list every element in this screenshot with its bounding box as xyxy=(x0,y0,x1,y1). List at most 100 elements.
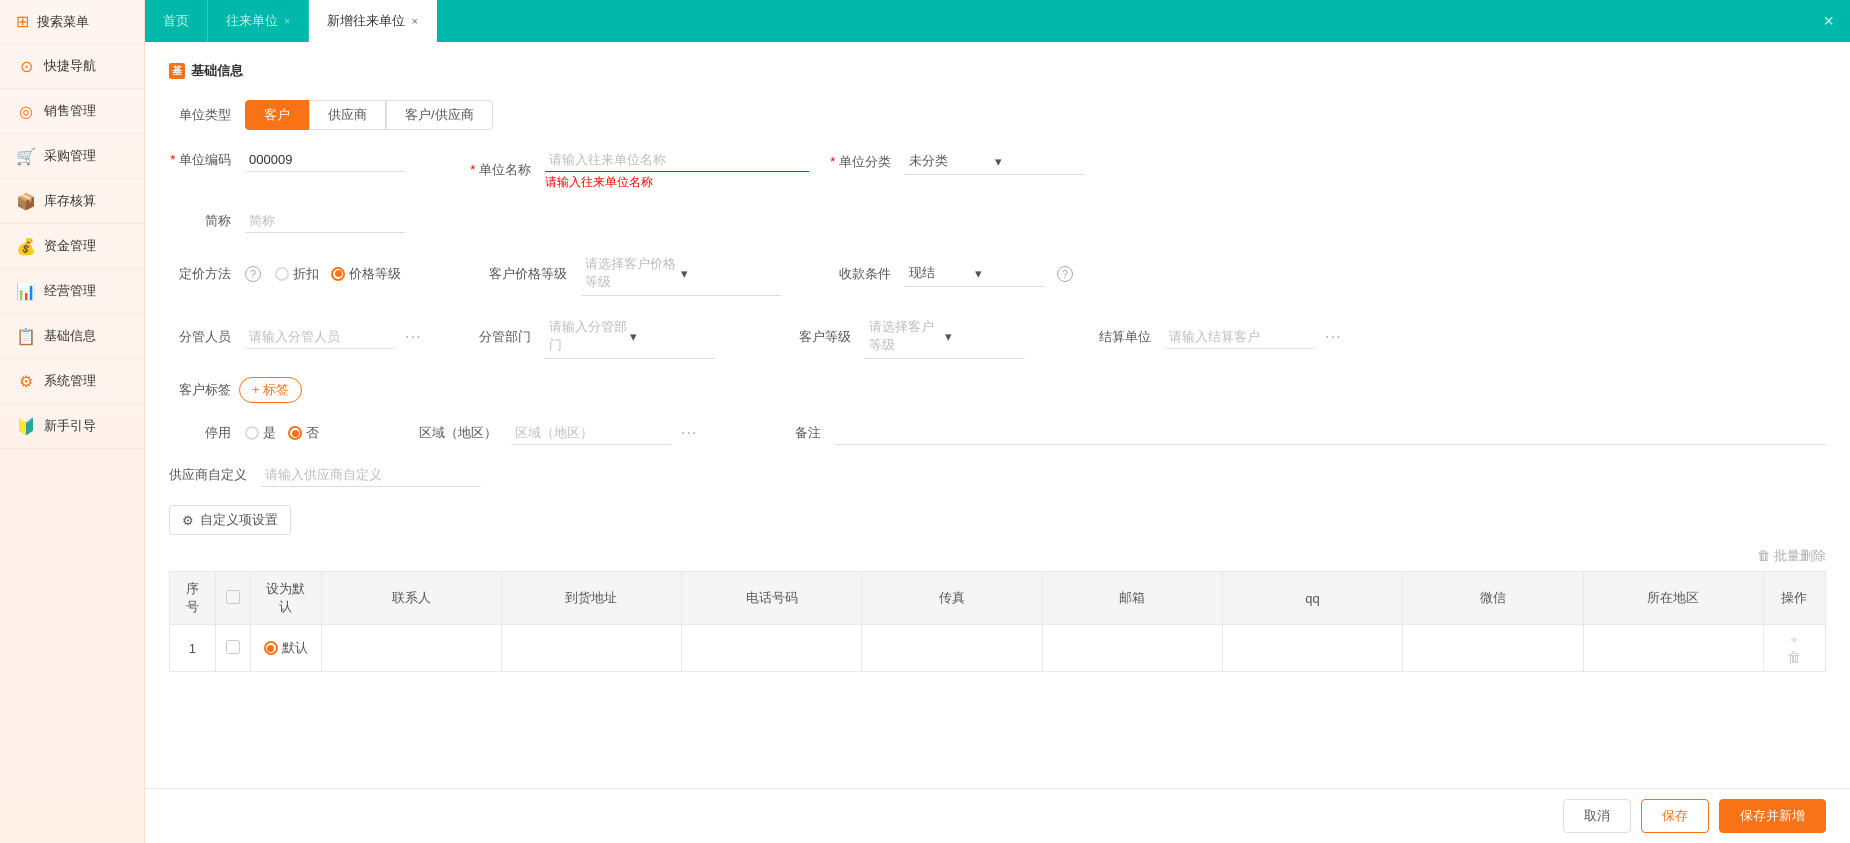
custom-settings-button[interactable]: ⚙ 自定义项设置 xyxy=(169,505,291,535)
radio-no[interactable]: 否 xyxy=(288,424,319,442)
tab-home-label: 首页 xyxy=(163,12,189,30)
quick-nav-icon: ⊙ xyxy=(16,56,36,76)
sidebar-item-basic-info[interactable]: 📋 基础信息 xyxy=(0,314,144,359)
batch-delete-area: 🗑 批量删除 xyxy=(169,547,1826,565)
payment-terms-select[interactable]: 现结 ▾ xyxy=(905,260,1045,287)
area-input[interactable] xyxy=(1594,637,1753,660)
contacts-table: 序号 设为默认 联系人 到货地址 电话号码 传真 邮箱 qq 微信 所在地区 操… xyxy=(169,571,1826,672)
wechat-input[interactable] xyxy=(1413,637,1572,660)
cell-qq[interactable] xyxy=(1222,625,1402,672)
gear-icon: ⚙ xyxy=(182,513,194,528)
tab-new-partner-close[interactable]: × xyxy=(411,15,417,27)
address-input[interactable] xyxy=(512,637,671,660)
tab-partners[interactable]: 往来单位 × xyxy=(208,0,309,42)
sidebar-item-finance[interactable]: 💰 资金管理 xyxy=(0,224,144,269)
cell-wechat[interactable] xyxy=(1403,625,1583,672)
pricing-help-icon[interactable]: ? xyxy=(245,266,261,282)
radio-yes[interactable]: 是 xyxy=(245,424,276,442)
header-checkbox[interactable] xyxy=(226,590,240,604)
sidebar-item-sales[interactable]: ◎ 销售管理 xyxy=(0,89,144,134)
sidebar-item-label: 库存核算 xyxy=(44,192,96,210)
payment-terms-arrow: ▾ xyxy=(975,266,1041,281)
sidebar-item-purchase[interactable]: 🛒 采购管理 xyxy=(0,134,144,179)
cell-email[interactable] xyxy=(1042,625,1222,672)
customer-level-select[interactable]: 请选择客户等级 ▾ xyxy=(865,314,1025,359)
payment-terms-value: 现结 xyxy=(909,264,975,282)
sales-icon: ◎ xyxy=(16,101,36,121)
sidebar-search[interactable]: ⊞ 搜索菜单 xyxy=(0,0,144,44)
save-and-new-button[interactable]: 保存并新增 xyxy=(1719,799,1826,833)
sidebar-item-quick-nav[interactable]: ⊙ 快捷导航 xyxy=(0,44,144,89)
unit-code-input[interactable] xyxy=(245,148,405,172)
short-name-input[interactable] xyxy=(245,209,405,233)
region-input[interactable] xyxy=(511,421,671,445)
unit-category-label: 单位分类 xyxy=(829,153,899,171)
cell-phone[interactable] xyxy=(682,625,862,672)
qq-input[interactable] xyxy=(1233,637,1392,660)
email-input[interactable] xyxy=(1053,637,1212,660)
cell-address[interactable] xyxy=(501,625,681,672)
sidebar-item-system[interactable]: ⚙ 系统管理 xyxy=(0,359,144,404)
radio-price-level[interactable]: 价格等级 xyxy=(331,265,401,283)
cell-contact[interactable] xyxy=(321,625,501,672)
add-row-btn[interactable]: ＋ xyxy=(1787,631,1801,647)
sidebar-item-operations[interactable]: 📊 经营管理 xyxy=(0,269,144,314)
window-close-button[interactable]: × xyxy=(1807,11,1850,32)
radio-discount[interactable]: 折扣 xyxy=(275,265,319,283)
settlement-unit-input[interactable] xyxy=(1165,325,1315,349)
col-default: 设为默认 xyxy=(250,572,321,625)
region-more-btn[interactable]: ··· xyxy=(677,424,701,442)
radio-yes-circle xyxy=(245,426,259,440)
operations-icon: 📊 xyxy=(16,281,36,301)
cancel-button[interactable]: 取消 xyxy=(1563,799,1631,833)
default-radio[interactable]: 默认 xyxy=(261,639,311,657)
manager-field: 分管人员 ··· xyxy=(169,325,469,349)
tab-partners-close[interactable]: × xyxy=(284,15,290,27)
price-level-placeholder: 请选择客户价格等级 xyxy=(585,255,681,291)
save-button[interactable]: 保存 xyxy=(1641,799,1709,833)
settlement-more-btn[interactable]: ··· xyxy=(1321,328,1345,346)
btn-type-both[interactable]: 客户/供应商 xyxy=(386,100,493,130)
disable-region-row: 停用 是 否 区域（地区） ··· xyxy=(169,421,1826,445)
price-level-select[interactable]: 请选择客户价格等级 ▾ xyxy=(581,251,781,296)
sidebar-item-guide[interactable]: 🔰 新手引导 xyxy=(0,404,144,449)
supplier-custom-input[interactable] xyxy=(261,463,481,487)
guide-icon: 🔰 xyxy=(16,416,36,436)
sidebar-item-label: 采购管理 xyxy=(44,147,96,165)
customer-level-arrow: ▾ xyxy=(945,329,1021,344)
col-email: 邮箱 xyxy=(1042,572,1222,625)
btn-type-supplier[interactable]: 供应商 xyxy=(309,100,386,130)
short-name-field: 简称 xyxy=(169,209,469,233)
code-name-category-row: 单位编码 单位名称 请输入往来单位名称 单位分类 未分类 ▾ xyxy=(169,148,1826,191)
unit-category-select[interactable]: 未分类 ▾ xyxy=(905,148,1085,175)
batch-delete-label[interactable]: 批量删除 xyxy=(1774,548,1826,563)
unit-type-btn-group: 客户 供应商 客户/供应商 xyxy=(245,100,493,130)
supplier-custom-field: 供应商自定义 xyxy=(169,463,569,487)
col-actions: 操作 xyxy=(1763,572,1825,625)
tab-home[interactable]: 首页 xyxy=(145,0,208,42)
add-tag-button[interactable]: + 标签 xyxy=(239,377,302,403)
radio-discount-label: 折扣 xyxy=(293,265,319,283)
cell-fax[interactable] xyxy=(862,625,1042,672)
unit-name-input[interactable] xyxy=(545,148,809,172)
footer-bar: 取消 保存 保存并新增 xyxy=(145,788,1850,843)
manager-more-btn[interactable]: ··· xyxy=(401,328,425,346)
sidebar-item-inventory[interactable]: 📦 库存核算 xyxy=(0,179,144,224)
manager-input[interactable] xyxy=(245,325,395,349)
col-checkbox xyxy=(215,572,250,625)
unit-name-error: 请输入往来单位名称 xyxy=(545,174,809,191)
tab-new-partner[interactable]: 新增往来单位 × xyxy=(309,0,436,42)
phone-input[interactable] xyxy=(692,637,851,660)
contact-input[interactable] xyxy=(332,637,491,660)
unit-name-label: 单位名称 xyxy=(469,161,539,179)
fax-input[interactable] xyxy=(872,637,1031,660)
cell-area[interactable] xyxy=(1583,625,1763,672)
department-select[interactable]: 请输入分管部门 ▾ xyxy=(545,314,715,359)
row-checkbox[interactable] xyxy=(226,640,240,654)
col-address: 到货地址 xyxy=(501,572,681,625)
tab-bar: 首页 往来单位 × 新增往来单位 × × xyxy=(145,0,1850,42)
btn-type-customer[interactable]: 客户 xyxy=(245,100,309,130)
remark-input[interactable] xyxy=(835,421,1826,445)
payment-help-icon[interactable]: ? xyxy=(1057,266,1073,282)
delete-row-btn[interactable]: 🗑 xyxy=(1787,649,1801,665)
